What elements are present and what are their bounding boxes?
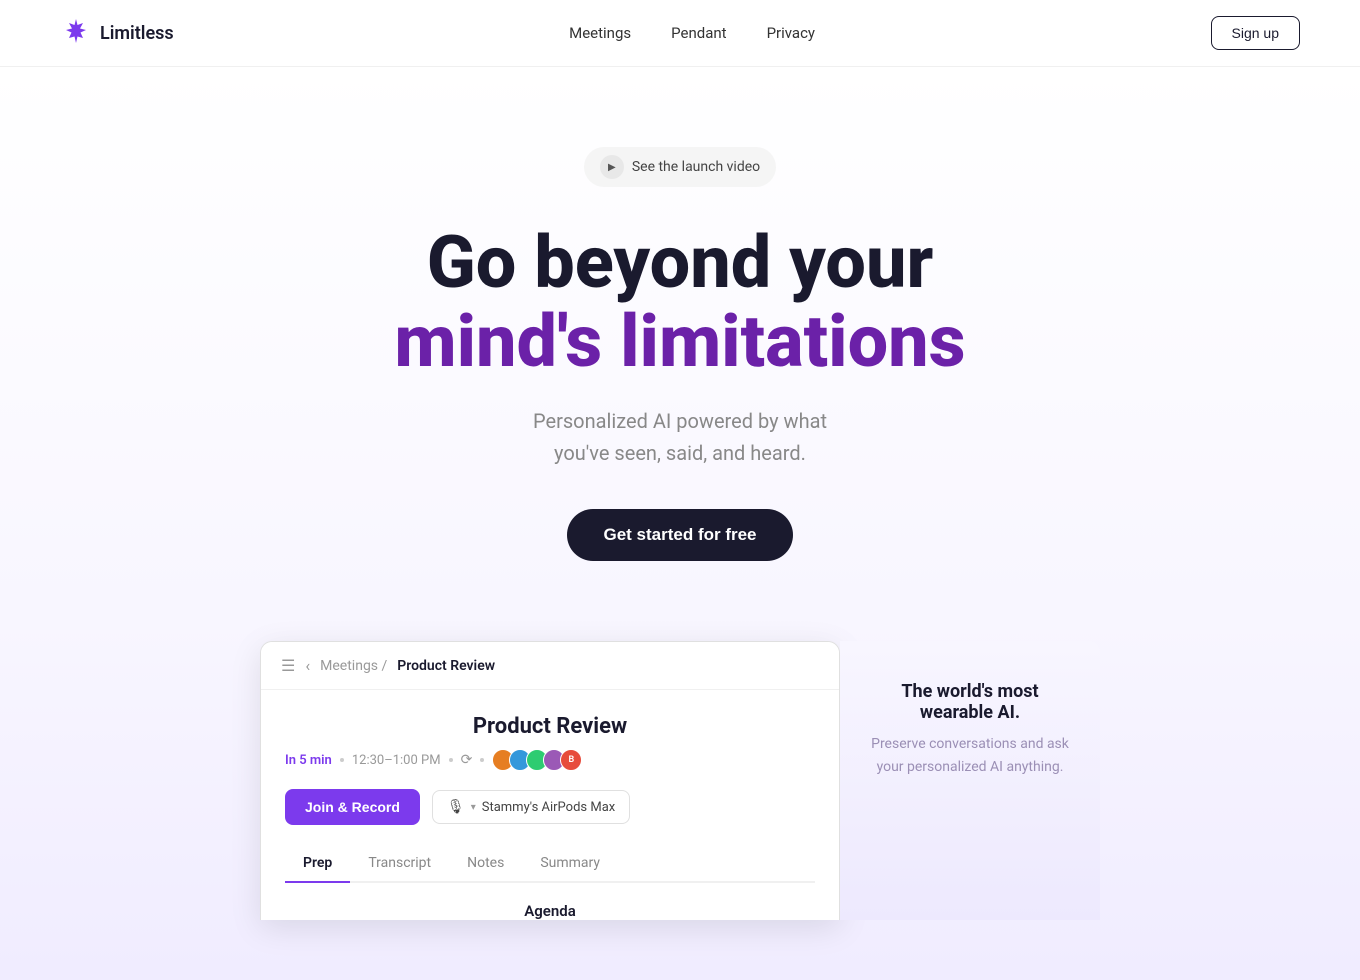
hero-section: ▶ See the launch video Go beyond your mi… bbox=[0, 67, 1360, 980]
app-tabs: Prep Transcript Notes Summary bbox=[285, 845, 815, 883]
hamburger-icon[interactable]: ☰ bbox=[281, 656, 295, 675]
separator-dot3 bbox=[480, 758, 484, 762]
hero-subtitle-line2: you've seen, said, and heard. bbox=[554, 441, 806, 465]
breadcrumb-base: Meetings / bbox=[320, 658, 387, 674]
separator-dot1 bbox=[340, 758, 344, 762]
app-window: ☰ ‹ Meetings / Product Review Product Re… bbox=[260, 641, 840, 920]
nav-meetings[interactable]: Meetings bbox=[569, 24, 631, 42]
hero-cta-button[interactable]: Get started for free bbox=[567, 509, 792, 561]
hero-subtitle-line1: Personalized AI powered by what bbox=[533, 409, 827, 433]
logo-icon bbox=[60, 17, 92, 49]
agenda-section: Agenda bbox=[285, 883, 815, 920]
time-range: 12:30–1:00 PM bbox=[352, 753, 441, 768]
navbar: Limitless Meetings Pendant Privacy Sign … bbox=[0, 0, 1360, 67]
hero-title-line2: mind's limitations bbox=[394, 302, 965, 381]
nav-pendant[interactable]: Pendant bbox=[671, 24, 726, 42]
avatar-5: B bbox=[560, 749, 582, 771]
agenda-label: Agenda bbox=[524, 902, 576, 920]
nav-links: Meetings Pendant Privacy bbox=[569, 24, 815, 42]
avatars-group: B bbox=[492, 749, 582, 771]
tab-notes[interactable]: Notes bbox=[449, 845, 522, 881]
launch-badge-text: See the launch video bbox=[632, 159, 760, 175]
meeting-title: Product Review bbox=[285, 714, 815, 739]
app-preview-section: ☰ ‹ Meetings / Product Review Product Re… bbox=[200, 641, 1160, 920]
brand-name: Limitless bbox=[100, 23, 174, 44]
mic-label: Stammy's AirPods Max bbox=[482, 800, 616, 815]
side-card: The world's most wearable AI. Preserve c… bbox=[840, 641, 1100, 920]
play-icon: ▶ bbox=[600, 155, 624, 179]
tab-prep[interactable]: Prep bbox=[285, 845, 350, 881]
join-record-button[interactable]: Join & Record bbox=[285, 789, 420, 825]
tab-summary[interactable]: Summary bbox=[522, 845, 618, 881]
separator-dot2 bbox=[449, 758, 453, 762]
logo-link[interactable]: Limitless bbox=[60, 17, 174, 49]
side-card-subtitle: Preserve conversations and ask your pers… bbox=[870, 733, 1070, 778]
mic-icon: 🎙 bbox=[447, 799, 465, 815]
meeting-meta: In 5 min 12:30–1:00 PM ⟳ B bbox=[285, 749, 815, 771]
app-topbar: ☰ ‹ Meetings / Product Review bbox=[261, 642, 839, 690]
app-content: Product Review In 5 min 12:30–1:00 PM ⟳ … bbox=[261, 690, 839, 920]
sync-icon: ⟳ bbox=[461, 752, 473, 768]
nav-privacy[interactable]: Privacy bbox=[767, 24, 815, 42]
meeting-actions: Join & Record 🎙 ▾ Stammy's AirPods Max bbox=[285, 789, 815, 825]
signup-button[interactable]: Sign up bbox=[1211, 16, 1300, 50]
side-card-title: The world's most wearable AI. bbox=[870, 681, 1070, 723]
tab-transcript[interactable]: Transcript bbox=[350, 845, 449, 881]
back-icon[interactable]: ‹ bbox=[305, 656, 310, 675]
hero-title: Go beyond your mind's limitations bbox=[394, 223, 965, 381]
hero-title-line1: Go beyond your bbox=[394, 223, 965, 302]
breadcrumb-current: Product Review bbox=[397, 658, 495, 674]
mic-chevron-down: ▾ bbox=[471, 802, 476, 813]
time-badge: In 5 min bbox=[285, 753, 332, 768]
hero-subtitle: Personalized AI powered by what you've s… bbox=[533, 405, 827, 469]
mic-selector[interactable]: 🎙 ▾ Stammy's AirPods Max bbox=[432, 790, 630, 824]
launch-video-badge[interactable]: ▶ See the launch video bbox=[584, 147, 776, 187]
